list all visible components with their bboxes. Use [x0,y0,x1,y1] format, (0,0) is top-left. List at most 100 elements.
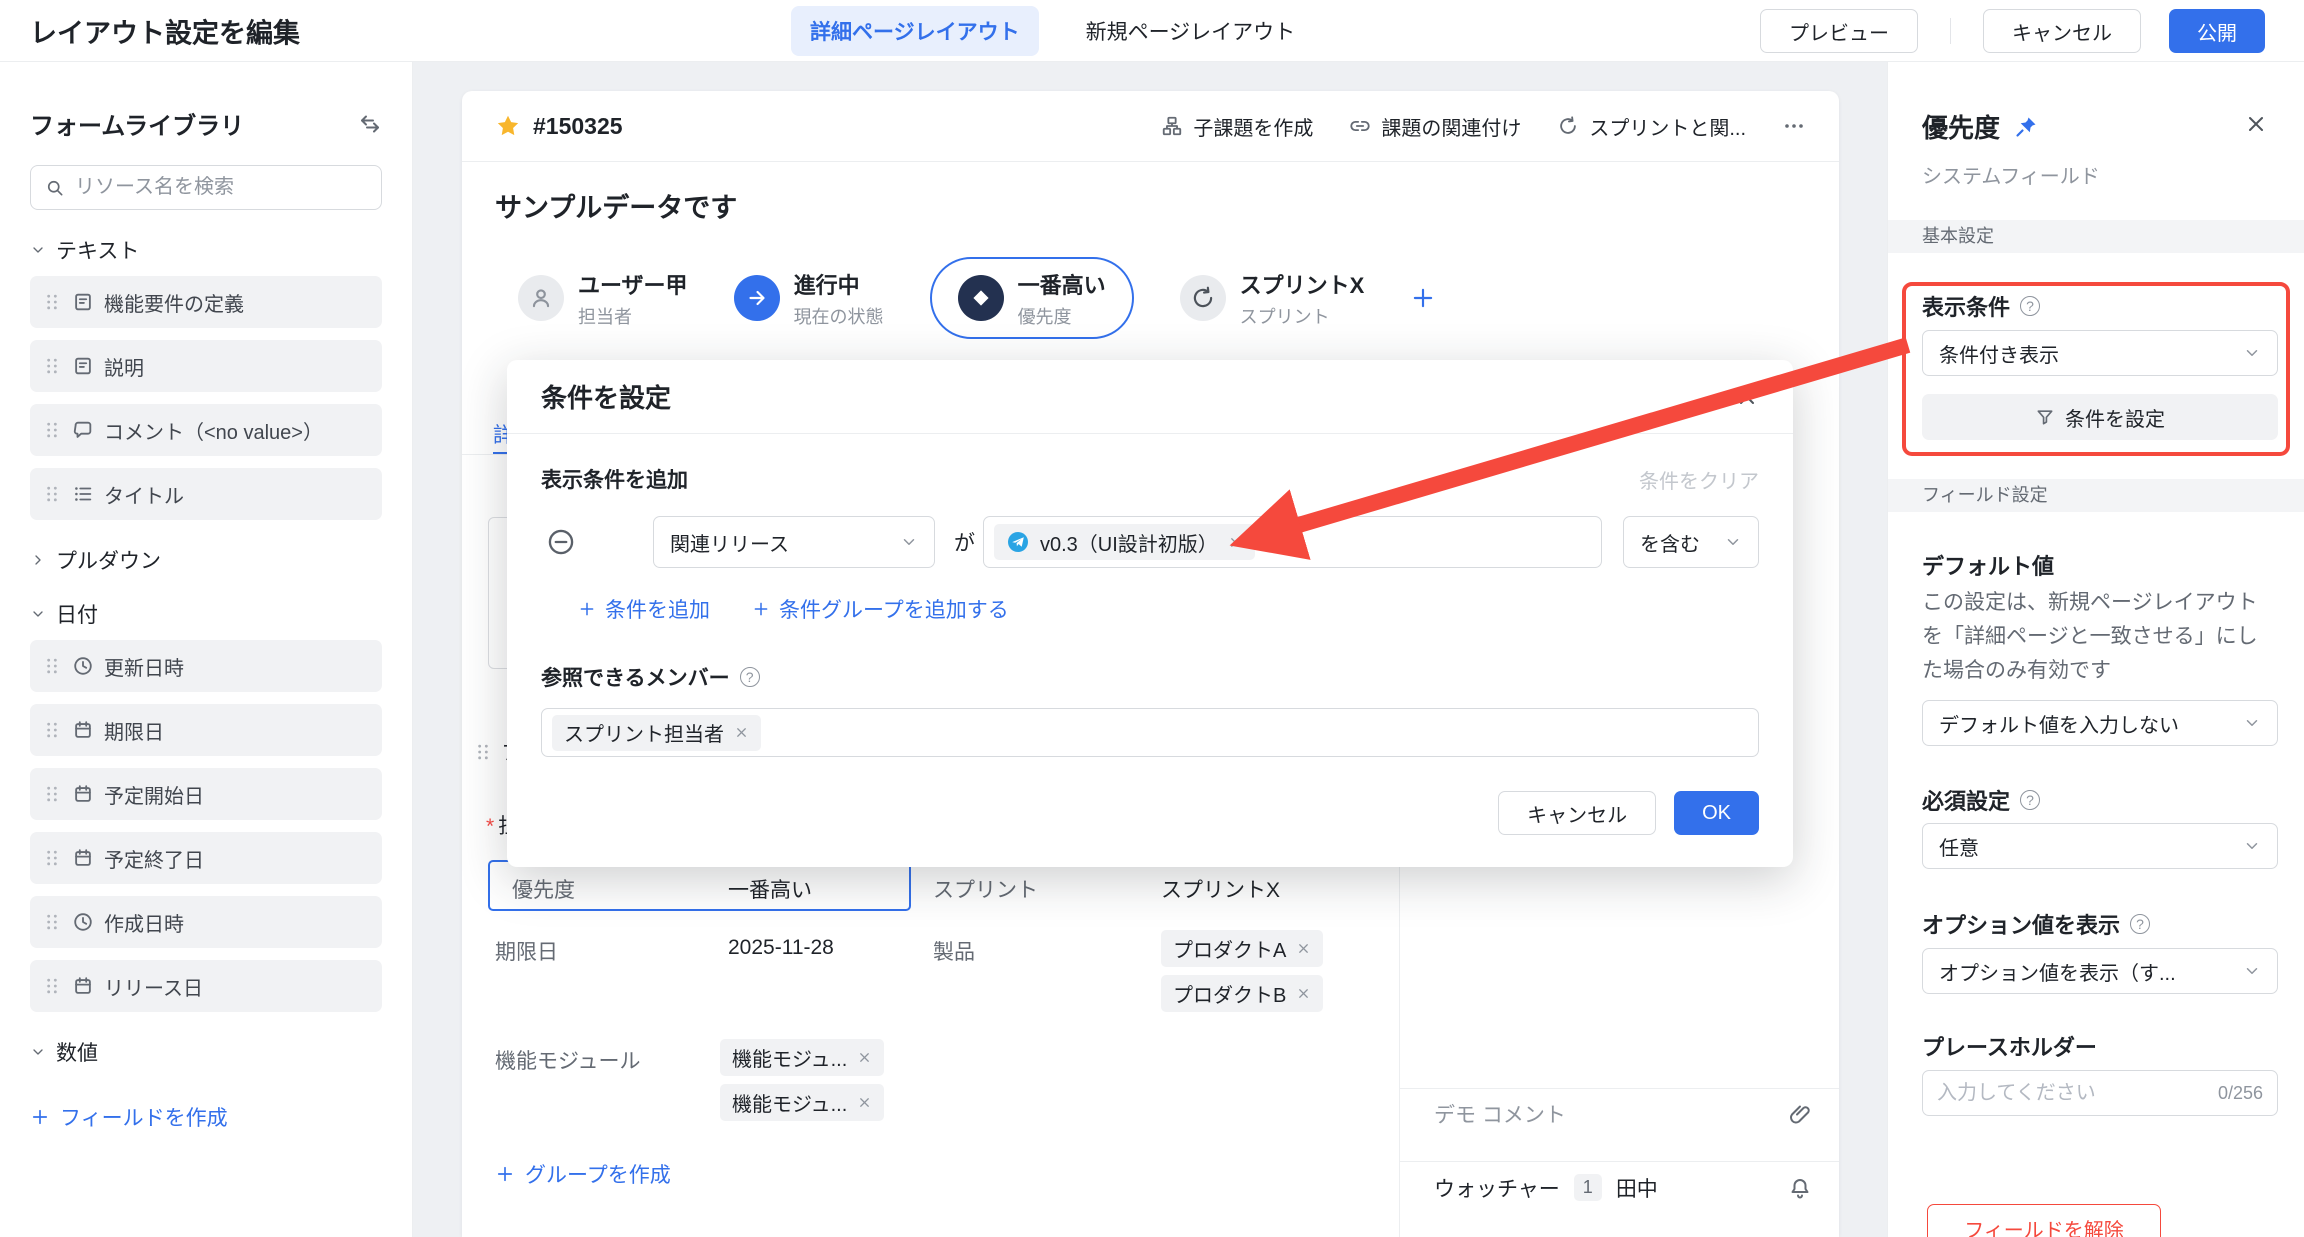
clear-conditions-button[interactable]: 条件をクリア [1639,465,1759,494]
options-display-select[interactable]: オプション値を表示（す... [1922,948,2278,994]
remove-tag-icon[interactable] [857,1095,872,1110]
drag-handle-icon[interactable] [42,292,62,312]
drag-handle-icon[interactable] [42,976,62,996]
remove-tag-icon[interactable] [734,725,749,740]
publish-button[interactable]: 公開 [2169,9,2265,53]
field-label: コメント（<no value>） [104,421,323,444]
section-toggle[interactable]: 数値 [30,1038,382,1066]
library-field-item[interactable]: 予定終了日 [30,832,382,884]
comment-input-row[interactable]: デモ コメント [1400,1088,1839,1139]
library-field-item[interactable]: 期限日 [30,704,382,756]
drag-handle-icon[interactable] [42,420,62,440]
help-icon[interactable] [2020,296,2041,316]
drag-handle-icon[interactable] [42,848,62,868]
layout-tab[interactable]: 新規ページレイアウト [1067,6,1315,56]
help-icon[interactable] [2020,790,2041,810]
attachment-icon[interactable] [1788,1102,1812,1126]
remove-tag-icon[interactable] [857,1050,872,1065]
drag-handle-icon[interactable] [42,656,62,676]
add-condition-button[interactable]: 条件を追加 [578,594,710,624]
drag-handle-icon[interactable] [42,912,62,932]
pin-icon[interactable] [2014,115,2038,139]
condition-field-select[interactable]: 関連リリース [653,516,935,568]
issue-title: サンプルデータです [495,193,738,223]
search-input[interactable] [75,176,367,199]
modal-cancel-button[interactable]: キャンセル [1498,791,1657,835]
favorite-star-icon[interactable] [495,113,521,139]
panel-subtitle: システムフィールド [1922,166,2100,188]
help-icon[interactable] [739,667,760,687]
layout-tab[interactable]: 詳細ページレイアウト [791,6,1039,56]
list-icon [72,483,94,505]
add-field-chip-icon[interactable] [1410,285,1436,311]
library-field-item[interactable]: コメント（<no value>） [30,404,382,456]
section-toggle[interactable]: 日付 [30,600,382,628]
cancel-button[interactable]: キャンセル [1983,9,2141,53]
section-toggle[interactable]: テキスト [30,236,382,264]
issue-action-button[interactable]: 課題の関連付け [1349,112,1521,141]
members-input[interactable]: スプリント担当者 [541,708,1759,757]
field-label: 更新日時 [104,657,184,680]
close-modal-icon[interactable] [1735,385,1759,409]
field-chip[interactable]: ユーザー甲 担当者 [518,268,688,329]
required-setting-row: 必須設定 [1922,784,2041,816]
library-sections: テキスト機能要件の定義説明コメント（<no value>） タイトルプルダウン日付… [30,236,382,1066]
doc-icon [72,355,94,377]
field-label: 予定終了日 [104,849,204,872]
field-label: 作成日時 [104,913,184,936]
display-condition-select[interactable]: 条件付き表示 [1922,330,2278,376]
drag-handle-icon[interactable] [42,784,62,804]
library-field-item[interactable]: 作成日時 [30,896,382,948]
preview-button[interactable]: プレビュー [1760,9,1918,53]
drag-handle-icon[interactable] [42,484,62,504]
default-value-label: デフォルト値 [1922,554,2055,579]
library-field-item[interactable]: リリース日 [30,960,382,1012]
drag-handle-icon[interactable] [473,742,493,762]
required-asterisk: * [486,815,495,838]
add-condition-group-button[interactable]: 条件グループを追加する [752,594,1009,624]
help-icon[interactable] [2130,914,2151,934]
close-panel-icon[interactable] [2244,112,2268,136]
library-field-item[interactable]: 予定開始日 [30,768,382,820]
condition-value-input[interactable]: v0.3（UI設計初版） [983,516,1602,568]
required-setting-select[interactable]: 任意 [1922,823,2278,869]
field-chip[interactable]: 一番高い 優先度 [929,257,1134,339]
members-label: 参照できるメンバー [541,667,730,690]
remove-tag-icon[interactable] [1296,941,1311,956]
remove-tag-icon[interactable] [1296,986,1311,1001]
page-title: レイアウト設定を編集 [30,18,300,48]
bell-icon[interactable] [1788,1176,1812,1200]
field-label: 機能要件の定義 [104,293,244,316]
field-chips: ユーザー甲 担当者 進行中 現在の状態 一番高い 優先度 スプリントX スプリント [518,257,1436,339]
library-field-item[interactable]: 機能要件の定義 [30,276,382,328]
header-actions: プレビュー キャンセル 公開 [1760,0,2265,62]
person-icon [518,275,564,321]
field-chip[interactable]: スプリントX スプリント [1179,268,1364,329]
collapse-library-icon[interactable] [358,112,382,136]
create-field-button[interactable]: フィールドを作成 [30,1102,382,1132]
drag-handle-icon[interactable] [42,356,62,376]
issue-action-button[interactable]: スプリントと関... [1557,112,1746,141]
detach-field-button[interactable]: フィールドを解除 [1927,1204,2161,1237]
issue-action-button[interactable]: 子課題を作成 [1161,112,1313,141]
field-label: タイトル [104,485,184,508]
library-field-item[interactable]: 説明 [30,340,382,392]
remove-tag-icon[interactable] [1228,535,1243,550]
more-actions-icon[interactable] [1782,114,1806,138]
remove-condition-icon[interactable] [547,528,575,556]
library-field-item[interactable]: 更新日時 [30,640,382,692]
create-group-button[interactable]: グループを作成 [495,1159,671,1189]
drag-handle-icon[interactable] [42,720,62,740]
default-value-select[interactable]: デフォルト値を入力しない [1922,700,2278,746]
field-label: 機能モジュール [495,1050,641,1073]
field-chip[interactable]: 進行中 現在の状態 [733,268,884,329]
section-toggle[interactable]: プルダウン [30,546,382,574]
modal-ok-button[interactable]: OK [1674,791,1759,835]
placeholder-input[interactable] [1937,1081,2210,1105]
library-field-item[interactable]: タイトル [30,468,382,520]
chevron-down-icon [2243,837,2261,855]
resource-search[interactable] [30,165,382,210]
tabs-divider [462,454,507,455]
set-condition-button[interactable]: 条件を設定 [1922,394,2278,440]
operator-select[interactable]: を含む [1623,516,1759,568]
